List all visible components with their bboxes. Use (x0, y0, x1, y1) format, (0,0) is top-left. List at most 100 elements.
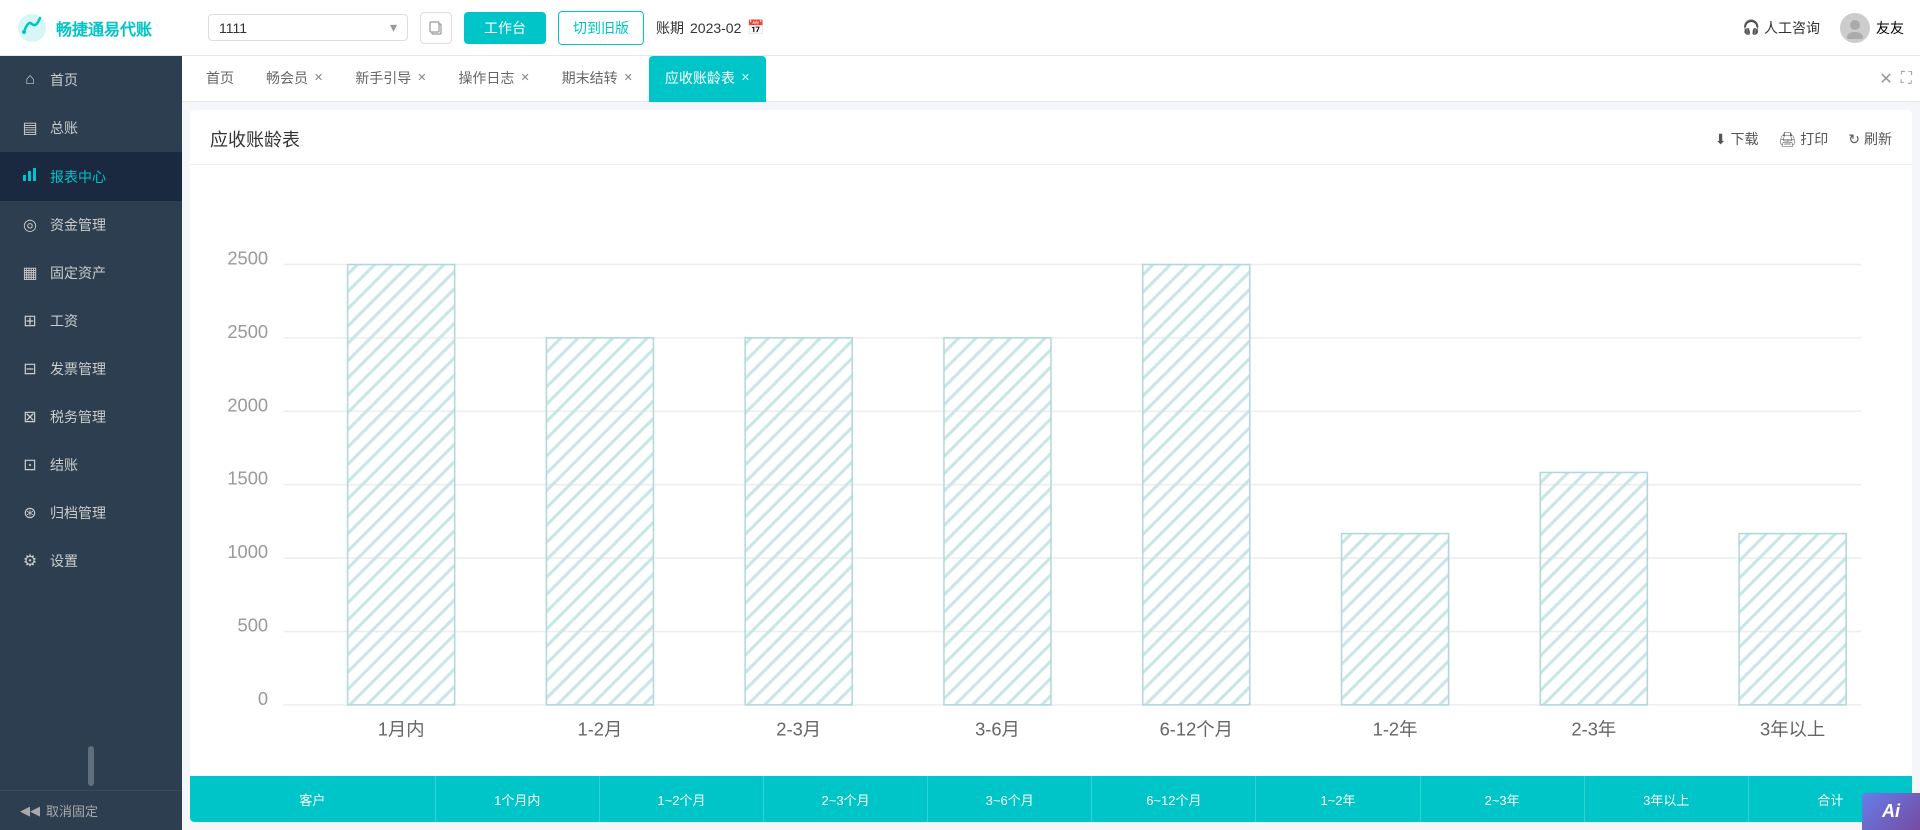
sidebar-item-funds[interactable]: ◎ 资金管理 (0, 201, 182, 249)
headset-icon: 🎧 (1743, 19, 1760, 36)
scroll-indicator (88, 746, 94, 786)
sidebar-item-archive[interactable]: ⊛ 归档管理 (0, 489, 182, 537)
svg-text:500: 500 (238, 614, 269, 635)
print-button[interactable]: 🖨 打印 (1778, 129, 1828, 149)
print-label: 打印 (1800, 129, 1828, 149)
calendar-icon[interactable]: 📅 (747, 19, 764, 36)
svg-text:2500: 2500 (227, 247, 268, 268)
tab-home-label: 首页 (206, 68, 234, 88)
tab-guide[interactable]: 新手引导 ✕ (339, 56, 442, 102)
close-icon[interactable]: ✕ (417, 71, 426, 84)
tab-member-label: 畅会员 (266, 68, 308, 88)
tab-window-controls: ✕ ⛶ (1867, 69, 1912, 89)
refresh-label: 刷新 (1864, 129, 1892, 149)
tab-oplog-label: 操作日志 (458, 68, 514, 88)
bar-month36 (944, 338, 1051, 705)
home-icon: ⌂ (20, 71, 40, 89)
th-month12-label: 1~2个月 (657, 790, 705, 809)
ledger-icon: ▤ (20, 118, 40, 138)
pin-icon: ◀◀ (20, 803, 40, 819)
tab-period-end-label: 期末结转 (562, 68, 618, 88)
th-year23: 2~3年 (1421, 776, 1585, 822)
close-icon[interactable]: ✕ (741, 71, 750, 84)
company-name: 1111 (219, 20, 247, 36)
bar-month12 (546, 338, 653, 705)
th-customer-label: 客户 (299, 790, 325, 809)
sidebar-item-tax[interactable]: ⊠ 税务管理 (0, 393, 182, 441)
th-month23: 2~3个月 (764, 776, 928, 822)
sidebar-item-invoice[interactable]: ⊟ 发票管理 (0, 345, 182, 393)
svg-text:1500: 1500 (227, 468, 268, 489)
tab-period-end[interactable]: 期末结转 ✕ (546, 56, 649, 102)
close-icon[interactable]: ✕ (314, 71, 323, 84)
page-content: 应收账龄表 ⬇ 下载 🖨 打印 ↻ 刷新 (190, 110, 1912, 822)
main-layout: ⌂ 首页 ▤ 总账 报表中心 ◎ 资金管理 (0, 56, 1920, 830)
copy-icon (428, 20, 444, 36)
checkout-icon: ⊡ (20, 455, 40, 475)
svg-text:2-3年: 2-3年 (1571, 718, 1616, 739)
tab-ar-aging[interactable]: 应收账龄表 ✕ (649, 56, 766, 102)
svg-text:2000: 2000 (227, 394, 268, 415)
refresh-button[interactable]: ↻ 刷新 (1848, 129, 1892, 149)
th-month36: 3~6个月 (928, 776, 1092, 822)
chevron-down-icon: ▾ (390, 19, 397, 36)
th-month1: 1个月内 (436, 776, 600, 822)
sidebar-item-settings[interactable]: ⚙ 设置 (0, 537, 182, 585)
print-icon: 🖨 (1778, 131, 1796, 148)
cancel-fixed-label: 取消固定 (46, 801, 98, 820)
tab-home[interactable]: 首页 (190, 56, 250, 102)
sidebar-item-ledger[interactable]: ▤ 总账 (0, 104, 182, 152)
svg-text:1月内: 1月内 (378, 718, 425, 739)
workbench-button[interactable]: 工作台 (464, 12, 546, 44)
close-window-button[interactable]: ✕ (1879, 69, 1892, 89)
th-year12-label: 1~2年 (1320, 790, 1355, 809)
table-header-bar: 客户 1个月内 1~2个月 2~3个月 3~6个月 6~12个月 (190, 776, 1912, 822)
sidebar-item-salary[interactable]: ⊞ 工资 (0, 297, 182, 345)
switch-version-button[interactable]: 切到旧版 (558, 11, 644, 45)
chart-wrapper: 0 500 1000 1500 2000 2500 2500 (190, 165, 1912, 776)
sidebar-item-checkout[interactable]: ⊡ 结账 (0, 441, 182, 489)
sidebar-item-home[interactable]: ⌂ 首页 (0, 56, 182, 104)
download-button[interactable]: ⬇ 下载 (1715, 129, 1759, 149)
svg-text:1-2年: 1-2年 (1373, 718, 1418, 739)
user-name: 友友 (1876, 18, 1904, 38)
page-title: 应收账龄表 (210, 126, 300, 152)
company-select[interactable]: 1111 ▾ (208, 14, 408, 41)
maximize-button[interactable]: ⛶ (1901, 70, 1912, 88)
tab-oplog[interactable]: 操作日志 ✕ (442, 56, 545, 102)
cancel-fixed-button[interactable]: ◀◀ 取消固定 (20, 801, 162, 820)
bar-month612 (1143, 264, 1250, 704)
th-year12: 1~2年 (1256, 776, 1420, 822)
th-month612: 6~12个月 (1092, 776, 1256, 822)
sidebar-item-assets[interactable]: ▦ 固定资产 (0, 249, 182, 297)
tab-member[interactable]: 畅会员 ✕ (250, 56, 339, 102)
logo-area: 畅捷通易代账 (16, 12, 196, 44)
bar-year3plus (1739, 534, 1846, 705)
user-area[interactable]: 友友 (1840, 13, 1904, 43)
archive-icon: ⊛ (20, 503, 40, 523)
th-month1-label: 1个月内 (494, 790, 540, 809)
period-area: 账期 2023-02 📅 (656, 18, 765, 38)
bar-year23 (1540, 472, 1647, 704)
logo-icon (16, 12, 48, 44)
th-month612-label: 6~12个月 (1146, 790, 1201, 809)
th-customer: 客户 (190, 776, 436, 822)
svg-text:2-3月: 2-3月 (776, 718, 821, 739)
sidebar-item-reports[interactable]: 报表中心 (0, 152, 182, 201)
th-year3plus: 3年以上 (1585, 776, 1749, 822)
tab-ar-aging-label: 应收账龄表 (665, 68, 735, 88)
sidebar-bottom: ◀◀ 取消固定 (0, 790, 182, 830)
sidebar: ⌂ 首页 ▤ 总账 报表中心 ◎ 资金管理 (0, 56, 182, 830)
svg-text:3年以上: 3年以上 (1760, 718, 1825, 739)
consult-button[interactable]: 🎧 人工咨询 (1743, 18, 1820, 38)
ai-badge: Ai (1862, 793, 1920, 830)
svg-text:0: 0 (258, 688, 268, 709)
th-year23-label: 2~3年 (1485, 790, 1520, 809)
copy-button[interactable] (420, 12, 452, 44)
th-month36-label: 3~6个月 (986, 790, 1034, 809)
header-right: 🎧 人工咨询 友友 (1743, 13, 1904, 43)
ai-label: Ai (1882, 801, 1900, 821)
invoice-icon: ⊟ (20, 359, 40, 379)
close-icon[interactable]: ✕ (520, 71, 529, 84)
close-icon[interactable]: ✕ (624, 71, 633, 84)
